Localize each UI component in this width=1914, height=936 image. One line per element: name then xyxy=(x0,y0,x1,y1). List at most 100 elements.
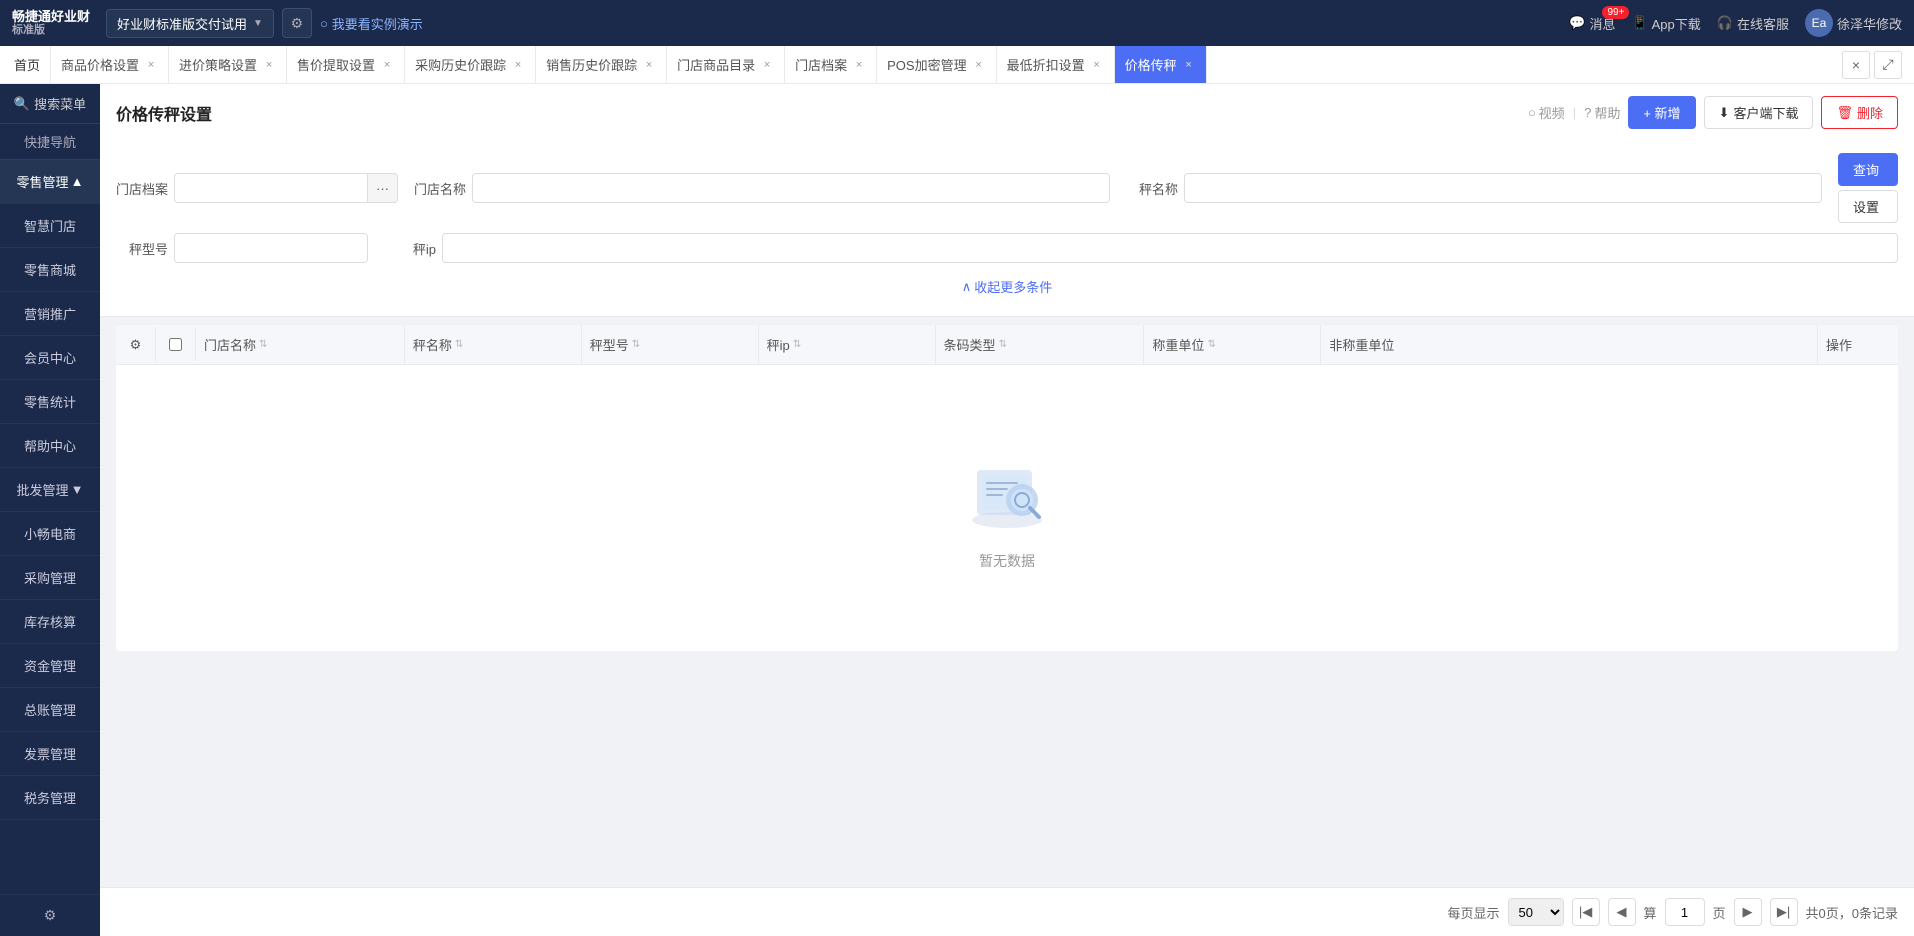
tab-sale-history[interactable]: 销售历史价跟踪 × xyxy=(536,46,667,84)
delete-button[interactable]: 🗑 删除 xyxy=(1821,96,1898,129)
sidebar-item-marketing[interactable]: 营销推广 xyxy=(0,292,100,336)
store-archive-browse-button[interactable]: ··· xyxy=(367,173,398,203)
sidebar-item-finance[interactable]: 资金管理 xyxy=(0,644,100,688)
th-nonweight-unit: 非称重单位 xyxy=(1321,325,1818,364)
close-icon[interactable]: × xyxy=(262,58,276,72)
sidebar-item-smart-store[interactable]: 智慧门店 xyxy=(0,204,100,248)
user-menu[interactable]: Ea 徐泽华修改 xyxy=(1805,9,1902,37)
sort-icon: ⇅ xyxy=(999,339,1007,350)
close-icon[interactable]: × xyxy=(511,58,525,72)
th-settings[interactable]: ⚙ xyxy=(116,327,156,363)
th-weight-unit[interactable]: 称重单位 ⇅ xyxy=(1144,325,1321,364)
app-download-button[interactable]: 📱 App下载 xyxy=(1631,14,1700,33)
collapse-button[interactable]: ∧ 收起更多条件 xyxy=(962,277,1053,296)
settings-button[interactable]: 设置 xyxy=(1838,190,1898,223)
sidebar-item-help[interactable]: 帮助中心 xyxy=(0,424,100,468)
th-scale-name[interactable]: 秤名称 ⇅ xyxy=(405,325,582,364)
sidebar-item-retail-stats[interactable]: 零售统计 xyxy=(0,380,100,424)
page-unit: 页 xyxy=(1713,903,1726,922)
sidebar-item-invoice[interactable]: 发票管理 xyxy=(0,732,100,776)
avatar: Ea xyxy=(1805,9,1833,37)
add-button[interactable]: + 新增 xyxy=(1628,96,1695,129)
th-scale-model[interactable]: 秤型号 ⇅ xyxy=(582,325,759,364)
scale-ip-input[interactable] xyxy=(442,233,1898,263)
prev-page-button[interactable]: ◀ xyxy=(1608,898,1636,926)
sidebar-item-ledger[interactable]: 总账管理 xyxy=(0,688,100,732)
app-logo: 畅捷通好业财 标准版 xyxy=(12,9,90,38)
demo-link[interactable]: ○ 我要看实例演示 xyxy=(320,14,423,33)
first-page-button[interactable]: |◀ xyxy=(1572,898,1600,926)
page-number-input[interactable] xyxy=(1665,898,1705,926)
store-name-input[interactable] xyxy=(472,173,1110,203)
close-icon[interactable]: × xyxy=(852,58,866,72)
th-store-name[interactable]: 门店名称 ⇅ xyxy=(196,325,405,364)
online-service-button[interactable]: 🎧 在线客服 xyxy=(1717,14,1789,33)
sidebar-settings-button[interactable]: ⚙ xyxy=(0,894,100,936)
th-scale-ip[interactable]: 秤ip ⇅ xyxy=(759,325,936,364)
query-button[interactable]: 查询 xyxy=(1838,153,1898,186)
header-settings-button[interactable]: ⚙ xyxy=(282,8,312,38)
table-area: ⚙ 门店名称 ⇅ 秤名称 ⇅ 秤型号 ⇅ xyxy=(100,317,1914,887)
tab-store-catalog[interactable]: 门店商品目录 × xyxy=(667,46,785,84)
th-barcode-type[interactable]: 条码类型 ⇅ xyxy=(936,325,1145,364)
close-icon[interactable]: × xyxy=(144,58,158,72)
tab-price-scale[interactable]: 价格传秤 × xyxy=(1115,46,1207,84)
table-container: ⚙ 门店名称 ⇅ 秤名称 ⇅ 秤型号 ⇅ xyxy=(116,325,1898,651)
tab-min-discount[interactable]: 最低折扣设置 × xyxy=(997,46,1115,84)
download-button[interactable]: ⬇ 客户端下载 xyxy=(1704,96,1814,129)
close-icon[interactable]: × xyxy=(1090,58,1104,72)
close-icon[interactable]: × xyxy=(760,58,774,72)
close-tab-button[interactable]: × xyxy=(1842,51,1870,79)
scale-model-input[interactable] xyxy=(174,233,368,263)
sidebar-item-purchase[interactable]: 采购管理 xyxy=(0,556,100,600)
tab-pos-mgmt[interactable]: POS加密管理 × xyxy=(877,46,996,84)
scale-model-field: 秤型号 xyxy=(116,233,368,263)
sidebar-item-ecommerce[interactable]: 小畅电商 xyxy=(0,512,100,556)
close-icon[interactable]: × xyxy=(1182,58,1196,72)
sidebar-item-wholesale[interactable]: 批发管理 ▼ xyxy=(0,468,100,512)
expand-tab-button[interactable]: ⤢ xyxy=(1874,51,1902,79)
download-icon: ⬇ xyxy=(1719,105,1730,121)
last-page-button[interactable]: ▶| xyxy=(1770,898,1798,926)
chevron-down-icon: ▼ xyxy=(253,18,263,29)
sidebar-search[interactable]: 🔍 搜索菜单 xyxy=(0,84,100,124)
tab-purchase-strategy[interactable]: 进价策略设置 × xyxy=(169,46,287,84)
close-icon[interactable]: × xyxy=(972,58,986,72)
play-circle-icon: ○ xyxy=(1528,105,1536,120)
th-checkbox[interactable] xyxy=(156,328,196,361)
play-icon: ○ xyxy=(320,16,328,31)
next-page-button[interactable]: ▶ xyxy=(1734,898,1762,926)
sidebar-item-member[interactable]: 会员中心 xyxy=(0,336,100,380)
message-button[interactable]: 💬 消息 99+ xyxy=(1569,14,1615,33)
tab-bar: 首页 商品价格设置 × 进价策略设置 × 售价提取设置 × 采购历史价跟踪 × … xyxy=(0,46,1914,84)
tab-price-settings[interactable]: 商品价格设置 × xyxy=(51,46,169,84)
scale-name-input[interactable] xyxy=(1184,173,1822,203)
search-row-1: 门店档案 ··· 门店名称 秤名称 xyxy=(116,153,1898,223)
phone-icon: 📱 xyxy=(1631,15,1647,31)
close-icon[interactable]: × xyxy=(380,58,394,72)
help-link[interactable]: ? 帮助 xyxy=(1584,103,1620,122)
page-title: 价格传秤设置 xyxy=(116,101,212,125)
sidebar-item-retail-mall[interactable]: 零售商城 xyxy=(0,248,100,292)
sidebar-item-inventory[interactable]: 库存核算 xyxy=(0,600,100,644)
env-selector[interactable]: 好业财标准版交付试用 ▼ xyxy=(106,9,274,38)
per-page-select[interactable]: 10 20 50 100 xyxy=(1508,898,1564,926)
store-archive-label: 门店档案 xyxy=(116,179,168,198)
store-name-label: 门店名称 xyxy=(414,179,466,198)
tab-store-archive[interactable]: 门店档案 × xyxy=(785,46,877,84)
store-archive-input[interactable] xyxy=(174,173,367,203)
per-page-label: 每页显示 xyxy=(1447,903,1499,922)
tab-home[interactable]: 首页 xyxy=(4,46,51,84)
chevron-up-icon: ▲ xyxy=(71,174,84,189)
tab-sale-extract[interactable]: 售价提取设置 × xyxy=(287,46,405,84)
sidebar-item-tax[interactable]: 税务管理 xyxy=(0,776,100,820)
video-link[interactable]: ○ 视频 xyxy=(1528,103,1565,122)
close-icon[interactable]: × xyxy=(642,58,656,72)
sidebar-shortcut[interactable]: 快捷导航 xyxy=(0,124,100,160)
select-all-checkbox[interactable] xyxy=(169,338,182,351)
sidebar-item-retail[interactable]: 零售管理 ▲ xyxy=(0,160,100,204)
header-right: 💬 消息 99+ 📱 App下载 🎧 在线客服 Ea 徐泽华修改 xyxy=(1569,9,1902,37)
main-layout: 🔍 搜索菜单 快捷导航 零售管理 ▲ 智慧门店 零售商城 营销推广 会员中心 零… xyxy=(0,84,1914,936)
tab-purchase-history[interactable]: 采购历史价跟踪 × xyxy=(405,46,536,84)
collapse-row: ∧ 收起更多条件 xyxy=(116,273,1898,304)
